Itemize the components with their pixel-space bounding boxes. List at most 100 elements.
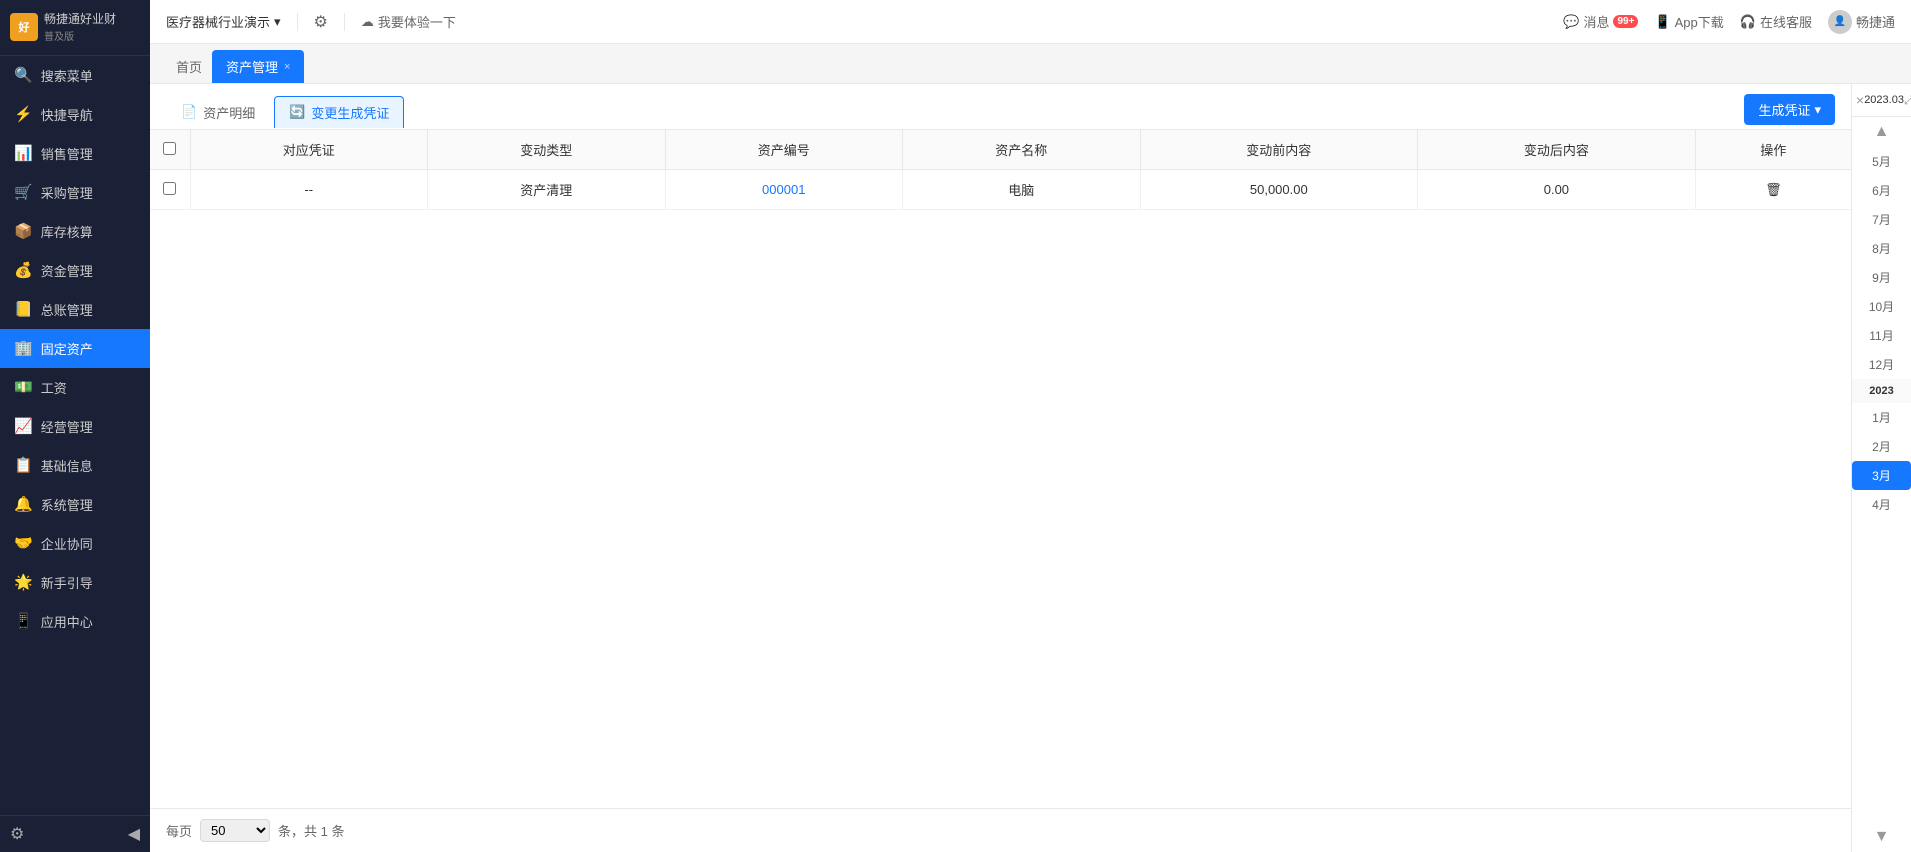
col-voucher: 对应凭证 <box>190 130 428 170</box>
sidebar-label: 快捷导航 <box>41 105 93 124</box>
timeline-month-8月[interactable]: 8月 <box>1852 234 1911 263</box>
dropdown-icon: ▾ <box>274 14 281 30</box>
guide-icon: 🌟 <box>14 573 33 591</box>
sidebar-item-system[interactable]: 🔔系统管理 <box>0 485 150 524</box>
cell-after: 0.00 <box>1418 170 1696 210</box>
purchase-icon: 🛒 <box>14 183 33 201</box>
messages-badge: 99+ <box>1613 15 1638 28</box>
finance-icon: 💰 <box>14 261 33 279</box>
headset-icon: 🎧 <box>1740 14 1756 30</box>
sidebar-nav: 🔍 搜索菜单 ⚡快捷导航📊销售管理 🛒 采购管理 📦库存核算💰资金管理📒总账管理 🏢 固定资产… <box>0 56 150 815</box>
collapse-icon[interactable]: ◀ <box>128 824 140 844</box>
sidebar-label: 经营管理 <box>41 417 93 436</box>
cell-operation[interactable]: 🗑 <box>1695 170 1851 210</box>
sidebar-item-enterprise[interactable]: 🤝企业协同 <box>0 524 150 563</box>
row-checkbox-0[interactable] <box>163 182 176 195</box>
tab-asset-management[interactable]: 资产管理 × <box>212 50 304 83</box>
sidebar-label: 系统管理 <box>41 495 93 514</box>
basic-info-icon: 📋 <box>14 456 33 474</box>
cell-change-type: 资产清理 <box>428 170 666 210</box>
app-download-button[interactable]: 📱 App下载 <box>1654 12 1723 31</box>
col-operation: 操作 <box>1695 130 1851 170</box>
sidebar-label: 工资 <box>41 378 67 397</box>
enterprise-icon: 🤝 <box>14 534 33 552</box>
timeline-month-1月[interactable]: 1月 <box>1852 403 1911 432</box>
timeline-down-button[interactable]: ▼ <box>1852 822 1911 852</box>
sidebar-label: 搜索菜单 <box>41 66 93 85</box>
sidebar-item-app-center[interactable]: 📱 应用中心 <box>0 602 150 641</box>
right-panel: × 2023.03 ⤢ ▲ 5月6月7月8月9月10月11月12月20231月2… <box>1851 84 1911 852</box>
online-service-button[interactable]: 🎧 在线客服 <box>1740 12 1812 31</box>
col-asset-name: 资产名称 <box>903 130 1141 170</box>
table-body: -- 资产清理 000001 电脑 50,000.00 0.00 🗑 <box>150 170 1851 210</box>
timeline-month-5月[interactable]: 5月 <box>1852 147 1911 176</box>
sidebar-item-quick-nav[interactable]: ⚡快捷导航 <box>0 95 150 134</box>
cloud-icon: ☁ <box>361 14 374 30</box>
company-selector[interactable]: 医疗器械行业演示 ▾ <box>166 12 281 31</box>
messages-button[interactable]: 💬 消息 99+ <box>1563 12 1638 31</box>
sidebar-item-search[interactable]: 🔍 搜索菜单 <box>0 56 150 95</box>
cell-asset-code: 000001 <box>665 170 903 210</box>
timeline-month-11月[interactable]: 11月 <box>1852 321 1911 350</box>
inventory-icon: 📦 <box>14 222 33 240</box>
sidebar-label: 采购管理 <box>41 183 93 202</box>
sidebar-footer: ⚙ ◀ <box>0 815 150 852</box>
sidebar-item-inventory[interactable]: 📦库存核算 <box>0 212 150 251</box>
table-row: -- 资产清理 000001 电脑 50,000.00 0.00 🗑 <box>150 170 1851 210</box>
sidebar-item-sales[interactable]: 📊销售管理 <box>0 134 150 173</box>
tab-home[interactable]: 首页 <box>166 50 212 83</box>
per-page-select[interactable]: 10 20 50 100 <box>200 819 270 842</box>
col-before: 变动前内容 <box>1140 130 1418 170</box>
app-center-icon: 📱 <box>14 612 33 630</box>
trial-button[interactable]: ☁ 我要体验一下 <box>361 12 456 31</box>
sales-icon: 📊 <box>14 144 33 162</box>
select-all-checkbox[interactable] <box>163 142 176 155</box>
user-menu[interactable]: 👤 畅捷通 <box>1828 10 1895 34</box>
timeline-month-2月[interactable]: 2月 <box>1852 432 1911 461</box>
chevron-down-icon: ▾ <box>1814 102 1821 118</box>
fixed-assets-icon: 🏢 <box>14 339 33 357</box>
message-icon: 💬 <box>1563 14 1579 30</box>
topbar-divider-1 <box>297 13 298 31</box>
logo-text: 畅捷通好业财 普及版 <box>44 12 116 43</box>
tab-close-icon[interactable]: × <box>284 61 290 73</box>
salary-icon: 💵 <box>14 378 33 396</box>
timeline-month-12月[interactable]: 12月 <box>1852 350 1911 379</box>
main-area: 医疗器械行业演示 ▾ ⚙ ☁ 我要体验一下 💬 消息 99+ 📱 App下载 🎧… <box>150 0 1911 852</box>
timeline-month-9月[interactable]: 9月 <box>1852 263 1911 292</box>
timeline-close-icon[interactable]: × <box>1856 92 1864 108</box>
topbar-divider-2 <box>344 13 345 31</box>
tabbar: 首页 资产管理 × <box>150 44 1911 84</box>
change-icon: 🔄 <box>289 104 305 120</box>
timeline-up-button[interactable]: ▲ <box>1852 117 1911 147</box>
right-panel-header: × 2023.03 ⤢ <box>1852 84 1911 117</box>
subtab-change-voucher[interactable]: 🔄 变更生成凭证 <box>274 96 404 128</box>
sidebar-item-ledger[interactable]: 📒总账管理 <box>0 290 150 329</box>
timeline-month-7月[interactable]: 7月 <box>1852 205 1911 234</box>
timeline-month-10月[interactable]: 10月 <box>1852 292 1911 321</box>
sidebar-item-fixed-assets[interactable]: 🏢 固定资产 <box>0 329 150 368</box>
subtabs: 📄 资产明细 🔄 变更生成凭证 生成凭证 ▾ <box>150 84 1851 130</box>
sidebar-item-guide[interactable]: 🌟新手引导 <box>0 563 150 602</box>
sidebar-item-salary[interactable]: 💵 工资 <box>0 368 150 407</box>
sidebar-item-finance[interactable]: 💰资金管理 <box>0 251 150 290</box>
settings-icon[interactable]: ⚙ <box>10 824 24 844</box>
sidebar: 好 畅捷通好业财 普及版 🔍 搜索菜单 ⚡快捷导航📊销售管理 🛒 采购管理 📦库存核算💰资… <box>0 0 150 852</box>
sidebar-logo: 好 畅捷通好业财 普及版 <box>0 0 150 56</box>
timeline-month-6月[interactable]: 6月 <box>1852 176 1911 205</box>
sidebar-item-purchase[interactable]: 🛒 采购管理 <box>0 173 150 212</box>
table-head: 对应凭证 变动类型 资产编号 资产名称 变动前内容 变动后内容 操作 <box>150 130 1851 170</box>
timeline-month-3月[interactable]: 3月 <box>1852 461 1911 490</box>
sidebar-item-management[interactable]: 📈经营管理 <box>0 407 150 446</box>
per-page-label: 每页 <box>166 821 192 840</box>
sidebar-item-basic-info[interactable]: 📋基础信息 <box>0 446 150 485</box>
search-icon: 🔍 <box>14 66 33 84</box>
subtab-asset-detail[interactable]: 📄 资产明细 <box>166 96 270 128</box>
panel-expand-icon[interactable]: ⤢ <box>1904 93 1911 108</box>
generate-voucher-button[interactable]: 生成凭证 ▾ <box>1744 94 1835 125</box>
pagination: 每页 10 20 50 100 条，共 1 条 <box>150 808 1851 852</box>
topbar-settings-icon[interactable]: ⚙ <box>314 12 328 32</box>
timeline-month-4月[interactable]: 4月 <box>1852 490 1911 519</box>
sidebar-label: 固定资产 <box>41 339 93 358</box>
sidebar-label: 应用中心 <box>41 612 93 631</box>
